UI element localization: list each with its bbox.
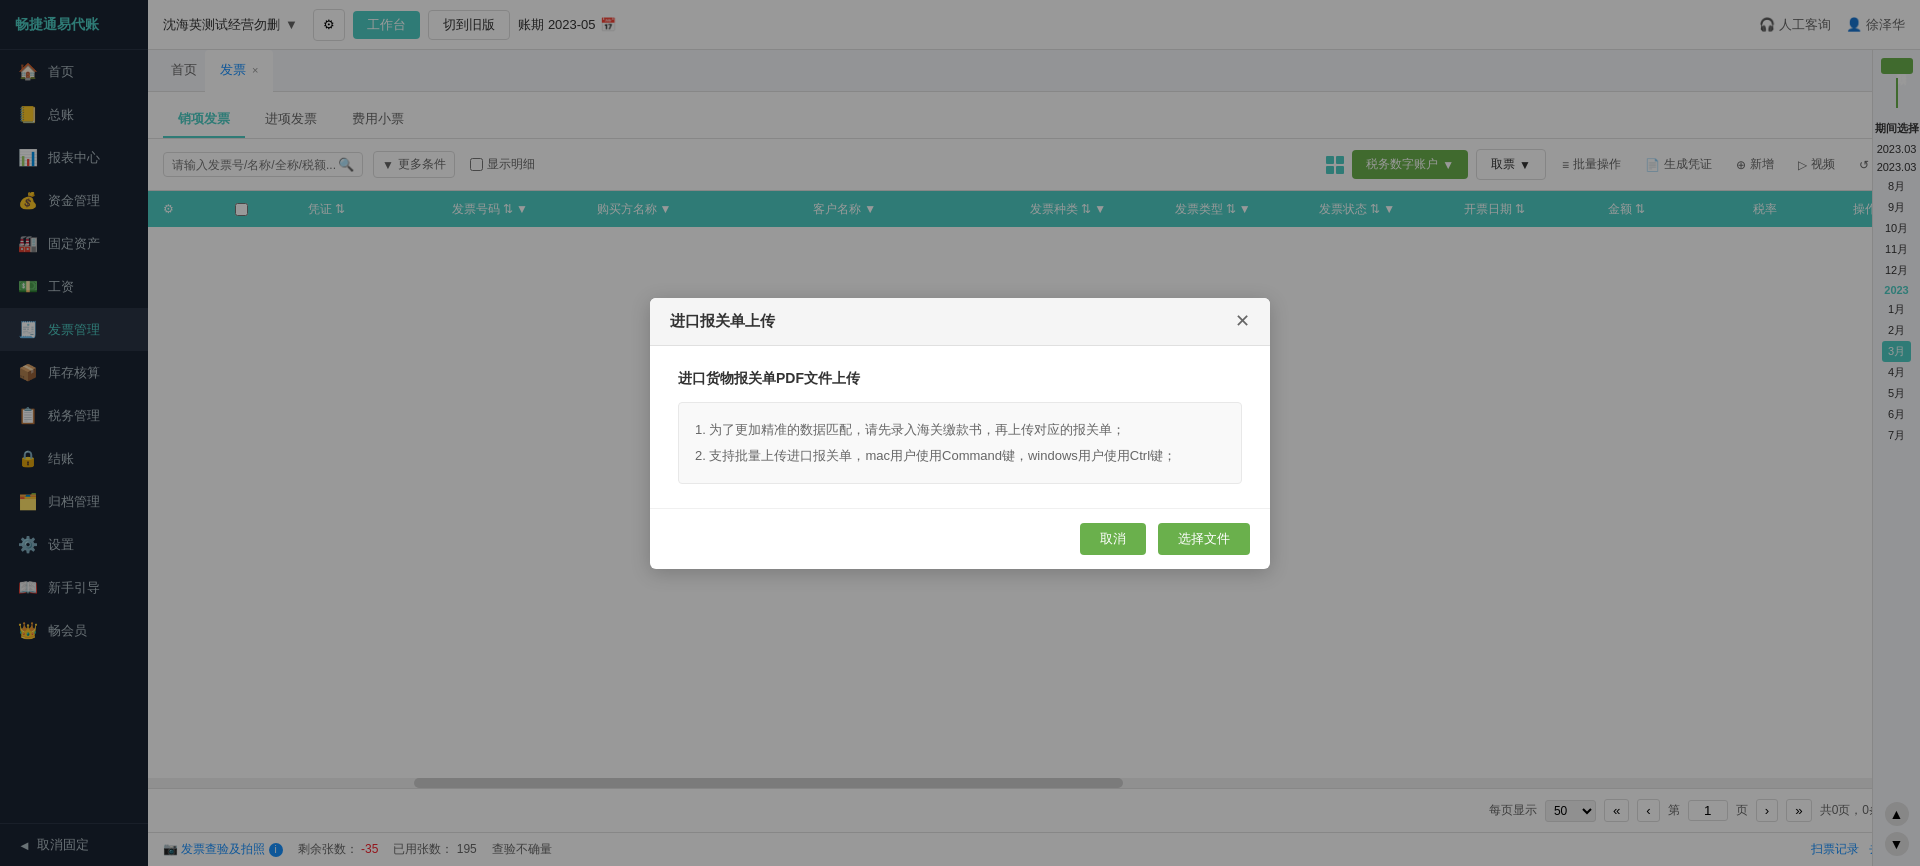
modal-section-title: 进口货物报关单PDF文件上传 (678, 370, 1242, 388)
modal-cancel-btn[interactable]: 取消 (1080, 523, 1146, 555)
modal-info-item-1: 1. 为了更加精准的数据匹配，请先录入海关缴款书，再上传对应的报关单； (695, 417, 1225, 443)
modal-header: 进口报关单上传 ✕ (650, 298, 1270, 346)
modal-title: 进口报关单上传 (670, 312, 775, 331)
select-file-btn[interactable]: 选择文件 (1158, 523, 1250, 555)
modal-info-box: 1. 为了更加精准的数据匹配，请先录入海关缴款书，再上传对应的报关单； 2. 支… (678, 402, 1242, 484)
modal-overlay[interactable]: 进口报关单上传 ✕ 进口货物报关单PDF文件上传 1. 为了更加精准的数据匹配，… (0, 0, 1920, 866)
modal-info-item-2: 2. 支持批量上传进口报关单，mac用户使用Command键，windows用户… (695, 443, 1225, 469)
modal-body: 进口货物报关单PDF文件上传 1. 为了更加精准的数据匹配，请先录入海关缴款书，… (650, 346, 1270, 508)
import-customs-modal: 进口报关单上传 ✕ 进口货物报关单PDF文件上传 1. 为了更加精准的数据匹配，… (650, 298, 1270, 569)
modal-footer: 取消 选择文件 (650, 508, 1270, 569)
modal-close-btn[interactable]: ✕ (1235, 312, 1250, 330)
